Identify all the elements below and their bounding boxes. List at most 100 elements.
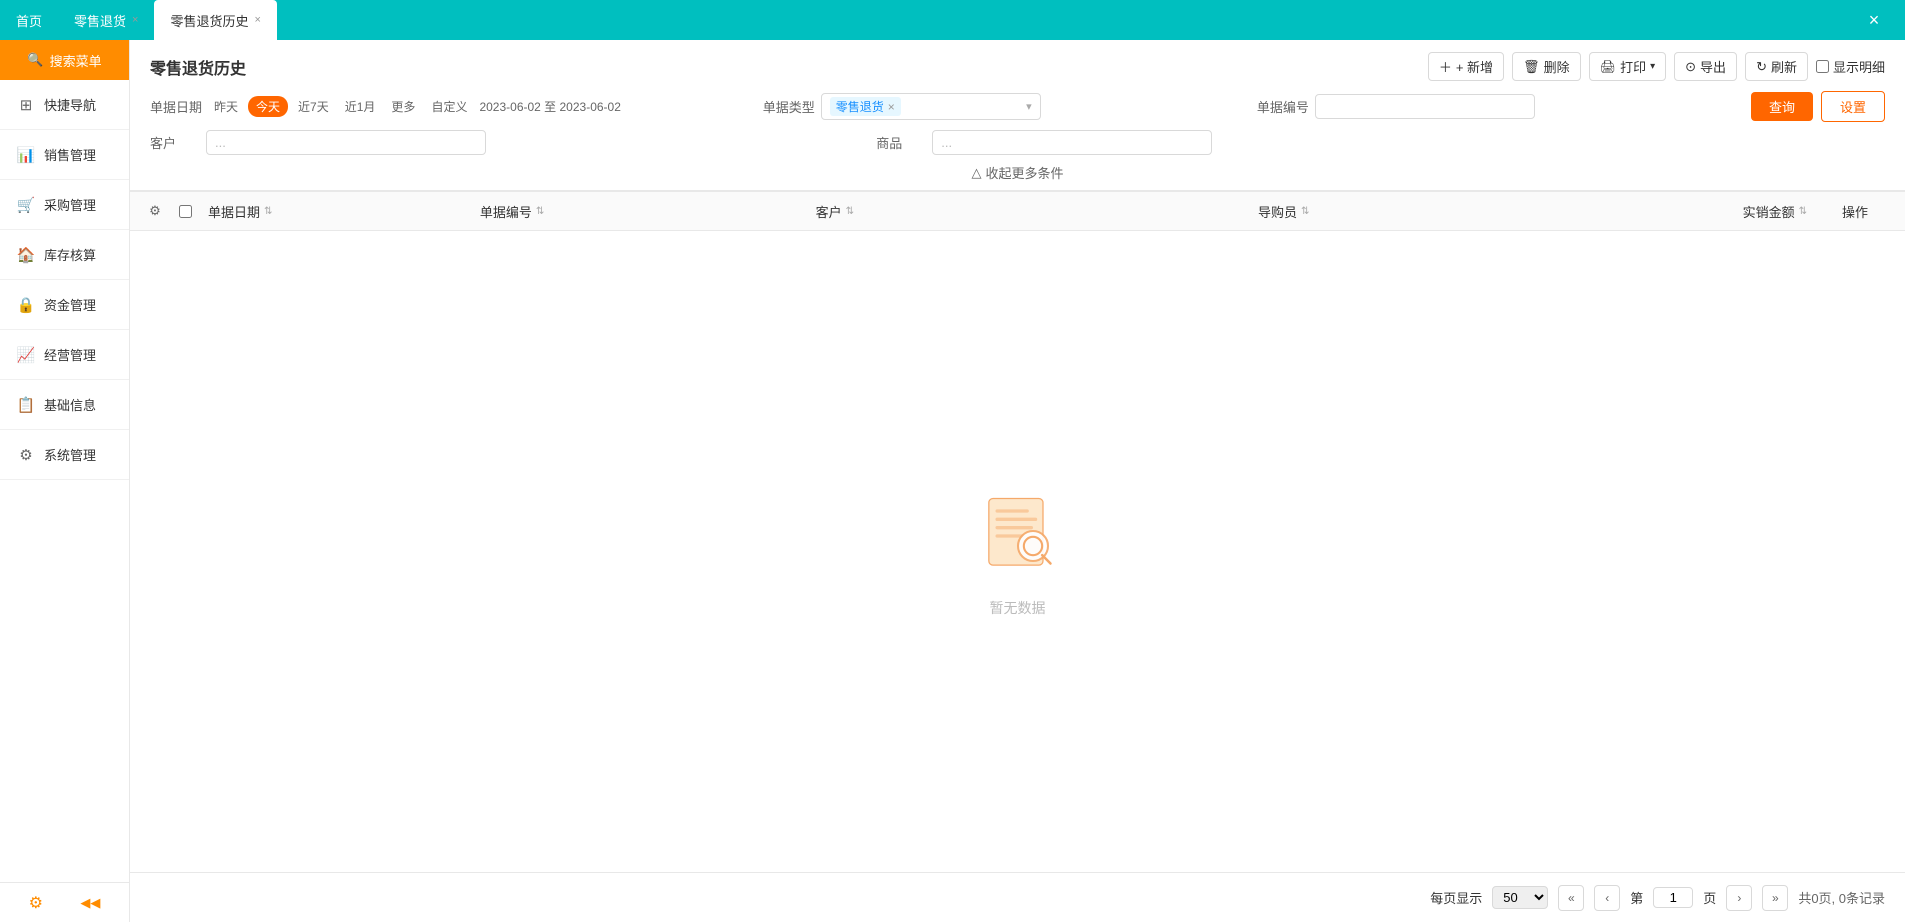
finance-icon: 🔒 — [16, 295, 36, 315]
sidebar-item-label: 基础信息 — [44, 395, 96, 414]
sidebar-item-operations[interactable]: 📈 经营管理 — [0, 330, 129, 380]
sidebar-item-purchase[interactable]: 🛒 采购管理 — [0, 180, 129, 230]
tab-retail-return-close[interactable]: × — [132, 14, 138, 26]
action-buttons: 查询 设置 — [1751, 91, 1885, 122]
per-page-label: 每页显示 — [1430, 888, 1482, 907]
sidebar-item-inventory[interactable]: 🏠 库存核算 — [0, 230, 129, 280]
date-opt-7days[interactable]: 近7天 — [292, 96, 335, 117]
type-select-value: 零售退货 × — [830, 97, 901, 116]
date-opt-custom[interactable]: 自定义 — [425, 96, 473, 117]
home-icon: ⊞ — [16, 95, 36, 115]
sidebar-item-baseinfo[interactable]: 📋 基础信息 — [0, 380, 129, 430]
sidebar-item-sales[interactable]: 📊 销售管理 — [0, 130, 129, 180]
search-icon: 🔍 — [27, 52, 43, 68]
number-input[interactable] — [1315, 94, 1535, 119]
sidebar-menu: ⊞ 快捷导航 📊 销售管理 🛒 采购管理 🏠 库存核算 🔒 资金管理 📈 — [0, 80, 129, 882]
sort-guide-icon: ⇅ — [1301, 206, 1309, 217]
th-customer[interactable]: 客户 ⇅ — [808, 202, 1250, 221]
tab-retail-return-history[interactable]: 零售退货历史 × — [154, 0, 276, 40]
filter-number: 单据编号 — [1257, 94, 1731, 119]
top-bar: 首页 零售退货 × 零售退货历史 × × — [0, 0, 1905, 40]
sidebar-search[interactable]: 🔍 搜索菜单 — [0, 40, 129, 80]
delete-icon: 🗑 — [1523, 59, 1540, 75]
table-container: ⚙ 单据日期 ⇅ 单据编号 ⇅ 客户 ⇅ 导购员 ⇅ — [130, 191, 1905, 872]
page-next-button[interactable]: › — [1726, 885, 1752, 911]
settings-bottom-icon[interactable]: ⚙ — [29, 893, 43, 913]
select-all-checkbox[interactable] — [179, 205, 192, 218]
sidebar-item-quicknav[interactable]: ⊞ 快捷导航 — [0, 80, 129, 130]
window-close-button[interactable]: × — [1859, 5, 1889, 35]
filter-row-1: 单据日期 昨天 今天 近7天 近1月 更多 自定义 2023-06-02 至 2… — [150, 91, 1885, 122]
type-tag-remove[interactable]: × — [888, 100, 895, 114]
page-first-button[interactable]: « — [1558, 885, 1584, 911]
main-layout: 🔍 搜索菜单 ⊞ 快捷导航 📊 销售管理 🛒 采购管理 🏠 库存核算 🔒 — [0, 40, 1905, 922]
customer-filter-label: 客户 — [150, 133, 200, 152]
th-guide[interactable]: 导购员 ⇅ — [1250, 202, 1586, 221]
baseinfo-icon: 📋 — [16, 395, 36, 415]
operations-icon: 📈 — [16, 345, 36, 365]
type-filter-label: 单据类型 — [763, 97, 815, 116]
collapse-icon[interactable]: ◀◀ — [80, 895, 100, 911]
empty-illustration — [968, 486, 1068, 586]
sidebar-item-label: 采购管理 — [44, 195, 96, 214]
tab-retail-return[interactable]: 零售退货 × — [58, 0, 154, 40]
query-button[interactable]: 查询 — [1751, 92, 1813, 121]
refresh-button[interactable]: ↻ 刷新 — [1745, 52, 1808, 81]
print-chevron: ▾ — [1650, 61, 1655, 72]
date-opt-today[interactable]: 今天 — [248, 96, 288, 117]
th-number[interactable]: 单据编号 ⇅ — [472, 202, 808, 221]
system-icon: ⚙ — [16, 445, 36, 465]
sidebar-item-label: 销售管理 — [44, 145, 96, 164]
type-select[interactable]: 零售退货 × ▾ — [821, 93, 1041, 120]
date-opt-yesterday[interactable]: 昨天 — [208, 96, 244, 117]
collapse-button[interactable]: △ 收起更多条件 — [150, 159, 1885, 190]
per-page-select[interactable]: 10 20 50 100 — [1492, 886, 1548, 909]
delete-label: 删除 — [1544, 57, 1570, 76]
sidebar-item-finance[interactable]: 🔒 资金管理 — [0, 280, 129, 330]
page-input[interactable] — [1653, 887, 1693, 908]
filter-goods: 商品 — [876, 130, 1582, 155]
settings-button[interactable]: 设置 — [1821, 91, 1885, 122]
page-last-button[interactable]: » — [1762, 885, 1788, 911]
purchase-icon: 🛒 — [16, 195, 36, 215]
export-label: 导出 — [1700, 57, 1726, 76]
total-info: 共0页, 0条记录 — [1798, 888, 1885, 907]
sort-number-icon: ⇅ — [536, 206, 544, 217]
inventory-icon: 🏠 — [16, 245, 36, 265]
th-action-label: 操作 — [1842, 202, 1868, 221]
show-details-input[interactable] — [1816, 60, 1829, 73]
pagination-bar: 每页显示 10 20 50 100 « ‹ 第 页 › » 共0页, 0条记录 — [130, 872, 1905, 922]
show-details-checkbox[interactable]: 显示明细 — [1816, 57, 1885, 76]
collapse-label: 收起更多条件 — [985, 163, 1063, 182]
print-button[interactable]: 🖨 打印 ▾ — [1589, 52, 1667, 81]
filter-area: 单据日期 昨天 今天 近7天 近1月 更多 自定义 2023-06-02 至 2… — [150, 91, 1885, 190]
th-amount-label: 实销金额 — [1743, 202, 1795, 221]
empty-state: 暂无数据 — [130, 231, 1905, 872]
sidebar-item-label: 快捷导航 — [44, 95, 96, 114]
tab-home[interactable]: 首页 — [0, 0, 58, 40]
goods-filter-label: 商品 — [876, 133, 926, 152]
table-settings-icon[interactable]: ⚙ — [140, 203, 170, 219]
th-date[interactable]: 单据日期 ⇅ — [200, 202, 472, 221]
delete-button[interactable]: 🗑 删除 — [1512, 52, 1581, 81]
tab-retail-return-history-close[interactable]: × — [254, 14, 260, 26]
page-prev-button[interactable]: ‹ — [1594, 885, 1620, 911]
filter-row-2: 客户 商品 — [150, 130, 1885, 155]
customer-input[interactable] — [206, 130, 486, 155]
sidebar-item-label: 库存核算 — [44, 245, 96, 264]
new-button[interactable]: ＋ + 新增 — [1428, 52, 1504, 81]
refresh-label: 刷新 — [1771, 57, 1797, 76]
page-header: 零售退货历史 ＋ + 新增 🗑 删除 🖨 打印 ▾ — [130, 40, 1905, 191]
th-action: 操作 — [1815, 202, 1895, 221]
empty-text: 暂无数据 — [990, 598, 1046, 618]
goods-input[interactable] — [932, 130, 1212, 155]
table-select-all[interactable] — [170, 205, 200, 218]
page-title: 零售退货历史 — [150, 55, 246, 79]
sidebar-item-system[interactable]: ⚙ 系统管理 — [0, 430, 129, 480]
export-button[interactable]: ⊙ 导出 — [1674, 52, 1737, 81]
date-opt-more[interactable]: 更多 — [385, 96, 421, 117]
date-opt-1month[interactable]: 近1月 — [339, 96, 382, 117]
date-filter-label: 单据日期 — [150, 97, 202, 116]
th-amount[interactable]: 实销金额 ⇅ — [1586, 202, 1815, 221]
collapse-icon: △ — [971, 165, 981, 181]
